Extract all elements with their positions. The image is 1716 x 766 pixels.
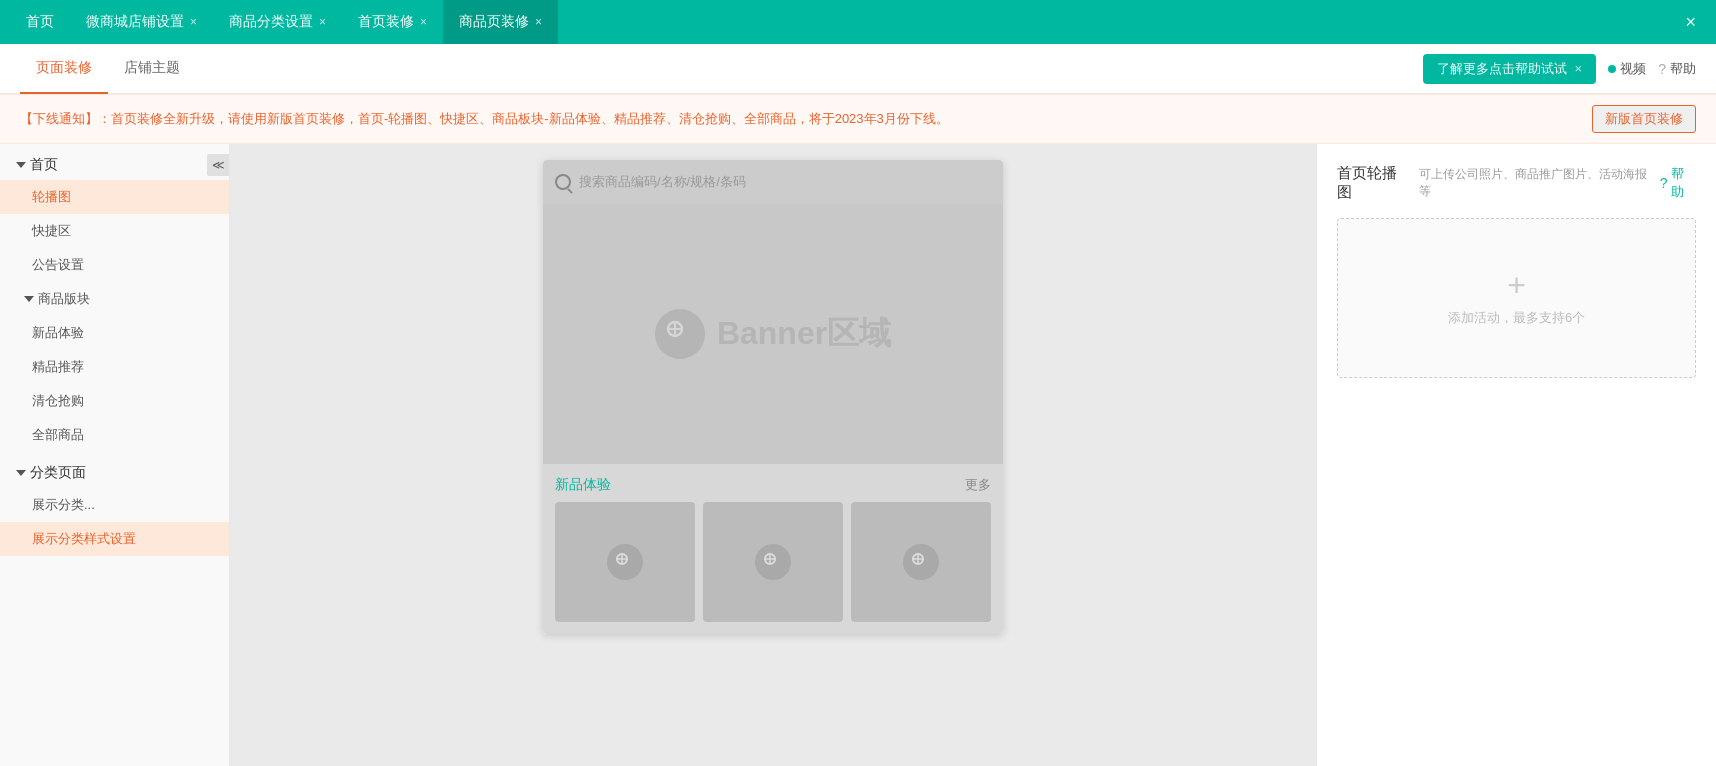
product-logo-1 bbox=[607, 544, 643, 580]
video-button[interactable]: 视频 bbox=[1608, 60, 1646, 78]
brand-logo-icon bbox=[655, 309, 705, 359]
sidebar-section-category-label: 分类页面 bbox=[30, 464, 86, 482]
right-panel-help-link[interactable]: ? 帮助 bbox=[1660, 165, 1696, 201]
sidebar-section-category[interactable]: 分类页面 bbox=[0, 452, 229, 488]
tab-product-deco-label: 商品页装修 bbox=[459, 13, 529, 31]
search-placeholder: 搜索商品编码/名称/规格/条码 bbox=[579, 173, 746, 191]
product-card-3 bbox=[851, 502, 991, 622]
product-grid bbox=[543, 502, 1003, 622]
sidebar-item-all-products[interactable]: 全部商品 bbox=[0, 418, 229, 452]
question-icon: ? bbox=[1658, 61, 1666, 77]
sidebar-section-homepage-label: 首页 bbox=[30, 156, 58, 174]
sub-tab-store-theme[interactable]: 店铺主题 bbox=[108, 44, 196, 94]
phone-preview: 搜索商品编码/名称/规格/条码 Banner区域 bbox=[543, 160, 1003, 634]
video-label: 视频 bbox=[1620, 60, 1646, 78]
banner-area: Banner区域 bbox=[543, 204, 1003, 464]
sidebar-collapse-button[interactable]: ≪ bbox=[207, 154, 229, 176]
product-card-1 bbox=[555, 502, 695, 622]
tab-category-settings-label: 商品分类设置 bbox=[229, 13, 313, 31]
help-banner-close[interactable]: × bbox=[1575, 61, 1583, 76]
help-link[interactable]: ? 帮助 bbox=[1658, 60, 1696, 78]
main-area: ≪ 首页 轮播图 快捷区 公告设置 商品版块 新品体验 精品推荐 清仓抢购 bbox=[0, 144, 1716, 766]
right-panel: 首页轮播图 可上传公司照片、商品推广图片、活动海报等 ? 帮助 + 添加活动，最… bbox=[1316, 144, 1716, 766]
right-panel-help-label: 帮助 bbox=[1671, 165, 1696, 201]
tab-store-settings-label: 微商城店铺设置 bbox=[86, 13, 184, 31]
banner-logo: Banner区域 bbox=[655, 309, 891, 359]
sidebar-item-new-experience[interactable]: 新品体验 bbox=[0, 316, 229, 350]
tab-bar: 首页 微商城店铺设置 × 商品分类设置 × 首页装修 × 商品页装修 × × bbox=[0, 0, 1716, 44]
sidebar-section-homepage[interactable]: 首页 bbox=[0, 144, 229, 180]
sidebar-item-banner[interactable]: 轮播图 bbox=[0, 180, 229, 214]
product-block-label: 商品版块 bbox=[38, 290, 90, 308]
sub-header-right: 了解更多点击帮助试试 × 视频 ? 帮助 bbox=[1423, 54, 1696, 84]
sidebar-subsection-product-block[interactable]: 商品版块 bbox=[0, 282, 229, 316]
sidebar-item-shortcut[interactable]: 快捷区 bbox=[0, 214, 229, 248]
add-banner-text: 添加活动，最多支持6个 bbox=[1448, 309, 1585, 327]
notice-bar: 【下线通知】：首页装修全新升级，请使用新版首页装修，首页-轮播图、快捷区、商品板… bbox=[0, 94, 1716, 144]
sidebar-item-category-style[interactable]: 展示分类样式设置 bbox=[0, 522, 229, 556]
sidebar-item-show-category[interactable]: 展示分类... bbox=[0, 488, 229, 522]
product-section: 新品体验 更多 bbox=[543, 464, 1003, 634]
right-panel-title-row: 首页轮播图 可上传公司照片、商品推广图片、活动海报等 ? 帮助 bbox=[1337, 164, 1696, 202]
banner-text-label: Banner区域 bbox=[717, 312, 891, 356]
help-banner[interactable]: 了解更多点击帮助试试 × bbox=[1423, 54, 1597, 84]
tab-home[interactable]: 首页 bbox=[10, 0, 70, 44]
tab-store-settings-close[interactable]: × bbox=[190, 15, 197, 29]
homepage-expand-icon bbox=[16, 162, 26, 168]
search-icon bbox=[555, 174, 571, 190]
tab-category-settings[interactable]: 商品分类设置 × bbox=[213, 0, 342, 44]
plus-icon: + bbox=[1507, 269, 1526, 301]
sidebar-item-featured[interactable]: 精品推荐 bbox=[0, 350, 229, 384]
right-panel-title: 首页轮播图 bbox=[1337, 164, 1409, 202]
right-panel-question-icon: ? bbox=[1660, 175, 1668, 191]
right-panel-subtitle: 可上传公司照片、商品推广图片、活动海报等 bbox=[1419, 166, 1650, 200]
tab-homepage-deco[interactable]: 首页装修 × bbox=[342, 0, 443, 44]
product-section-header: 新品体验 更多 bbox=[543, 476, 1003, 502]
tab-home-label: 首页 bbox=[26, 13, 54, 31]
product-logo-2 bbox=[755, 544, 791, 580]
sub-tab-page-deco[interactable]: 页面装修 bbox=[20, 44, 108, 94]
sub-header: 页面装修 店铺主题 了解更多点击帮助试试 × 视频 ? 帮助 bbox=[0, 44, 1716, 94]
product-block-expand-icon bbox=[24, 296, 34, 302]
tab-category-settings-close[interactable]: × bbox=[319, 15, 326, 29]
video-dot-icon bbox=[1608, 65, 1616, 73]
phone-search-bar: 搜索商品编码/名称/规格/条码 bbox=[543, 160, 1003, 204]
product-section-more: 更多 bbox=[965, 476, 991, 494]
add-banner-box[interactable]: + 添加活动，最多支持6个 bbox=[1337, 218, 1696, 378]
tab-bar-close-all[interactable]: × bbox=[1675, 12, 1706, 33]
sidebar-item-clearance[interactable]: 清仓抢购 bbox=[0, 384, 229, 418]
preview-area: 搜索商品编码/名称/规格/条码 Banner区域 bbox=[230, 144, 1316, 766]
tab-product-deco-close[interactable]: × bbox=[535, 15, 542, 29]
tab-homepage-deco-close[interactable]: × bbox=[420, 15, 427, 29]
product-card-2 bbox=[703, 502, 843, 622]
notice-text: 【下线通知】：首页装修全新升级，请使用新版首页装修，首页-轮播图、快捷区、商品板… bbox=[20, 110, 949, 128]
tab-product-deco[interactable]: 商品页装修 × bbox=[443, 0, 558, 44]
product-section-title: 新品体验 bbox=[555, 476, 611, 494]
tab-homepage-deco-label: 首页装修 bbox=[358, 13, 414, 31]
category-expand-icon bbox=[16, 470, 26, 476]
new-homepage-deco-button[interactable]: 新版首页装修 bbox=[1592, 105, 1696, 133]
help-label: 帮助 bbox=[1670, 60, 1696, 78]
product-logo-3 bbox=[903, 544, 939, 580]
sidebar: ≪ 首页 轮播图 快捷区 公告设置 商品版块 新品体验 精品推荐 清仓抢购 bbox=[0, 144, 230, 766]
sidebar-item-announcement[interactable]: 公告设置 bbox=[0, 248, 229, 282]
help-banner-text: 了解更多点击帮助试试 bbox=[1437, 60, 1567, 78]
tab-store-settings[interactable]: 微商城店铺设置 × bbox=[70, 0, 213, 44]
